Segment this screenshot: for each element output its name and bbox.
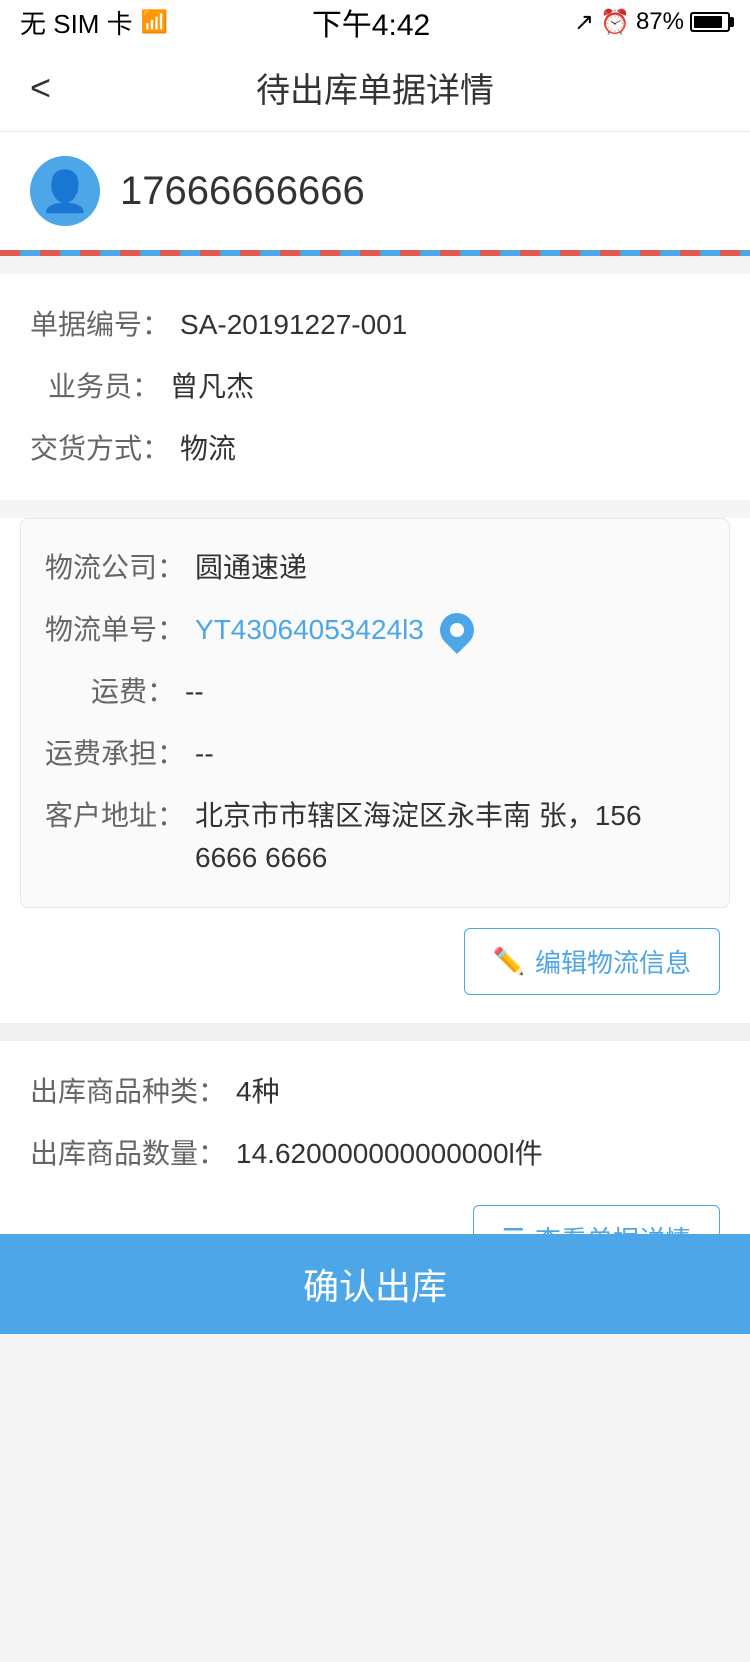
status-time: 下午4:42 xyxy=(312,0,430,44)
goods-types-value: 4种 xyxy=(236,1071,720,1113)
tracking-number-row: 物流单号： YT43064053424l3 xyxy=(45,609,705,651)
alarm-icon: ⏰ xyxy=(600,8,630,37)
delivery-method-label: 交货方式： xyxy=(30,428,180,470)
goods-quantity-row: 出库商品数量： 14.620000000000000l件 xyxy=(30,1133,720,1175)
battery-percent: 87% xyxy=(636,8,684,36)
delivery-method-value: 物流 xyxy=(180,428,720,470)
freight-row: 运费： -- xyxy=(45,671,705,713)
edit-logistics-label: 编辑物流信息 xyxy=(535,943,691,980)
edit-icon: ✏️ xyxy=(493,946,525,977)
tracking-number-text: YT43064053424l3 xyxy=(195,609,424,651)
goods-types-label: 出库商品种类： xyxy=(30,1071,236,1113)
document-number-label: 单据编号： xyxy=(30,304,180,346)
user-phone: 17666666666 xyxy=(120,169,365,214)
avatar: 👤 xyxy=(30,156,100,226)
tracking-number-value: YT43064053424l3 xyxy=(195,609,705,651)
freight-bearer-label: 运费承担： xyxy=(45,733,195,775)
address-value: 北京市市辖区海淀区永丰南 张，156 6666 6666 xyxy=(195,795,705,879)
wifi-icon: 📶 xyxy=(141,9,168,35)
avatar-icon: 👤 xyxy=(40,168,90,215)
salesman-value: 曾凡杰 xyxy=(170,366,720,408)
nav-bar: < 待出库单据详情 xyxy=(0,44,750,132)
freight-bearer-value: -- xyxy=(195,733,705,775)
freight-bearer-row: 运费承担： -- xyxy=(45,733,705,775)
address-label: 客户地址： xyxy=(45,795,195,837)
document-number-value: SA-20191227-001 xyxy=(180,304,720,346)
dashed-divider xyxy=(0,250,750,256)
salesman-row: 业务员： 曾凡杰 xyxy=(30,366,720,408)
freight-value: -- xyxy=(185,671,705,713)
location-icon[interactable] xyxy=(433,606,481,654)
status-bar: 无 SIM 卡 📶 下午4:42 ↗ ⏰ 87% xyxy=(0,0,750,44)
address-row: 客户地址： 北京市市辖区海淀区永丰南 张，156 6666 6666 xyxy=(45,795,705,879)
confirm-text: 确认出库 xyxy=(303,1258,447,1310)
back-icon: < xyxy=(30,67,51,108)
status-left: 无 SIM 卡 📶 xyxy=(20,4,168,41)
carrier-text: 无 SIM 卡 xyxy=(20,4,133,41)
document-info-section: 单据编号： SA-20191227-001 业务员： 曾凡杰 交货方式： 物流 xyxy=(0,274,750,500)
back-button[interactable]: < xyxy=(30,67,51,109)
freight-label: 运费： xyxy=(45,671,185,713)
goods-section: 出库商品种类： 4种 出库商品数量： 14.620000000000000l件 xyxy=(0,1041,750,1205)
edit-logistics-area: ✏️ 编辑物流信息 xyxy=(0,908,750,1023)
location-status-icon: ↗ xyxy=(574,8,594,37)
goods-types-row: 出库商品种类： 4种 xyxy=(30,1071,720,1113)
logistics-company-row: 物流公司： 圆通速递 xyxy=(45,547,705,589)
status-right: ↗ ⏰ 87% xyxy=(574,8,730,37)
salesman-label: 业务员： xyxy=(30,366,170,408)
tracking-number-label: 物流单号： xyxy=(45,609,195,651)
page-title: 待出库单据详情 xyxy=(256,63,494,112)
battery-icon xyxy=(690,12,730,32)
empty-space xyxy=(0,1302,750,1562)
logistics-company-value: 圆通速递 xyxy=(195,547,705,589)
document-number-row: 单据编号： SA-20191227-001 xyxy=(30,304,720,346)
battery-fill xyxy=(694,16,722,28)
user-header: 👤 17666666666 xyxy=(0,132,750,250)
logistics-company-label: 物流公司： xyxy=(45,547,195,589)
logistics-card: 物流公司： 圆通速递 物流单号： YT43064053424l3 运费： -- … xyxy=(20,518,730,908)
gray-divider xyxy=(0,1023,750,1041)
goods-quantity-value: 14.620000000000000l件 xyxy=(236,1133,720,1175)
delivery-method-row: 交货方式： 物流 xyxy=(30,428,720,470)
confirm-bar[interactable]: 确认出库 xyxy=(0,1234,750,1334)
goods-quantity-label: 出库商品数量： xyxy=(30,1133,236,1175)
edit-logistics-button[interactable]: ✏️ 编辑物流信息 xyxy=(464,928,720,995)
logistics-wrapper: 物流公司： 圆通速递 物流单号： YT43064053424l3 运费： -- … xyxy=(0,518,750,908)
